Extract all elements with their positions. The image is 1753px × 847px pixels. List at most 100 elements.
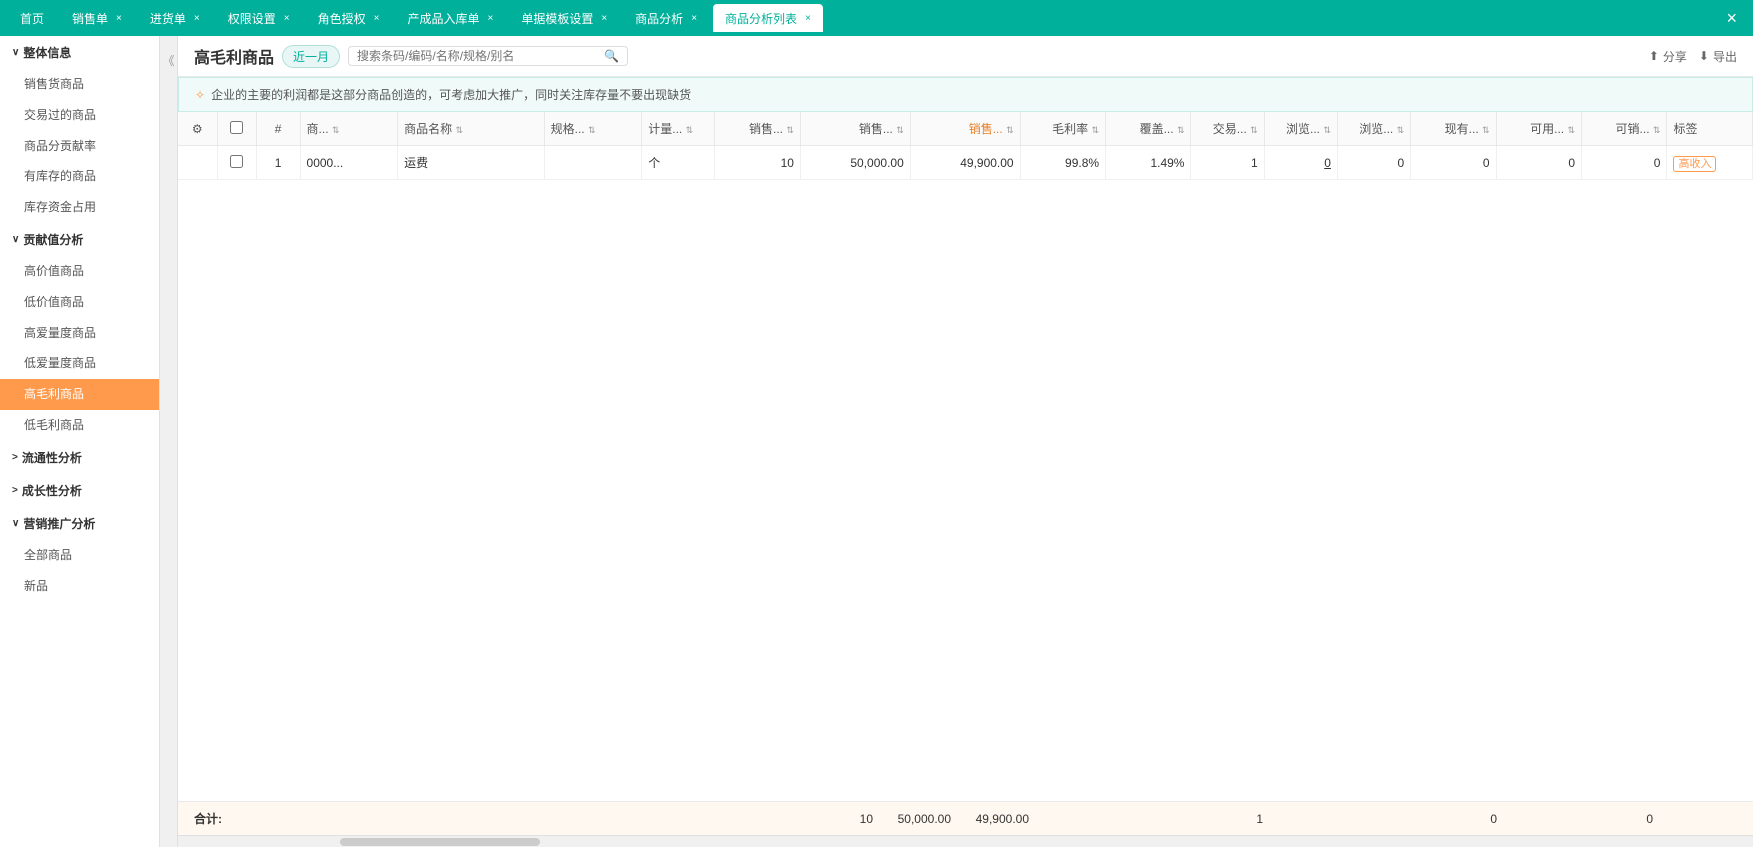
th-settings[interactable]: ⚙ — [178, 112, 217, 146]
content-header: 高毛利商品 近一月 🔍 ⬆ 分享 ⬇ 导出 — [178, 36, 1753, 77]
tab-permissions-close[interactable]: × — [284, 13, 290, 24]
sidebar-item-traded-goods[interactable]: 交易过的商品 — [0, 100, 159, 131]
share-button[interactable]: ⬆ 分享 — [1649, 48, 1687, 65]
sidebar-item-new-goods[interactable]: 新品 — [0, 571, 159, 602]
share-icon: ⬆ — [1649, 49, 1659, 63]
sidebar-item-low-value[interactable]: 低价值商品 — [0, 287, 159, 318]
row-sales-amt: 50,000.00 — [800, 146, 910, 180]
tab-purchase-close[interactable]: × — [194, 13, 200, 24]
sidebar-item-stock-capital[interactable]: 库存资金占用 — [0, 192, 159, 223]
tab-product-analysis-list-close[interactable]: × — [805, 13, 811, 24]
table-row: 1 0000... 运费 个 10 50,000.00 49,900.00 99… — [178, 146, 1753, 180]
main-layout: ∨ 整体信息 销售货商品 交易过的商品 商品分贡献率 有库存的商品 库存资金占用… — [0, 36, 1753, 847]
th-sales-qty[interactable]: 销售... ⇅ — [715, 112, 800, 146]
th-unit[interactable]: 计量... ⇅ — [642, 112, 715, 146]
chevron-right-icon-2: > — [12, 485, 18, 496]
th-num[interactable]: # — [256, 112, 300, 146]
tab-purchase[interactable]: 进货单 × — [138, 4, 212, 32]
row-browse1[interactable]: 0 — [1264, 146, 1337, 180]
tab-product-entry[interactable]: 产成品入库单 × — [395, 4, 505, 32]
row-code: 0000... — [300, 146, 398, 180]
row-stock1: 0 — [1411, 146, 1496, 180]
table-head: ⚙ # 商... ⇅ 商品名称 ⇅ 规格... ⇅ 计量... ⇅ 销售... … — [178, 112, 1753, 146]
tab-template-settings-close[interactable]: × — [601, 13, 607, 24]
th-stock1[interactable]: 现有... ⇅ — [1411, 112, 1496, 146]
sidebar-section-contribution[interactable]: ∨ 贡献值分析 — [0, 223, 159, 256]
sidebar-item-high-love[interactable]: 高爱量度商品 — [0, 318, 159, 349]
row-cover: 1.49% — [1106, 146, 1191, 180]
sidebar-item-contribution-rate[interactable]: 商品分贡献率 — [0, 131, 159, 162]
table-container[interactable]: ⚙ # 商... ⇅ 商品名称 ⇅ 规格... ⇅ 计量... ⇅ 销售... … — [178, 112, 1753, 801]
sidebar-section-overall[interactable]: ∨ 整体信息 — [0, 36, 159, 69]
page-title: 高毛利商品 — [194, 44, 274, 68]
row-unit: 个 — [642, 146, 715, 180]
tab-product-entry-close[interactable]: × — [487, 13, 493, 24]
tab-product-analysis-close[interactable]: × — [691, 13, 697, 24]
table-body: 1 0000... 运费 个 10 50,000.00 49,900.00 99… — [178, 146, 1753, 180]
export-button[interactable]: ⬇ 导出 — [1699, 48, 1737, 65]
close-all-tabs[interactable]: × — [1718, 8, 1745, 29]
tab-product-analysis[interactable]: 商品分析 × — [623, 4, 709, 32]
th-code[interactable]: 商... ⇅ — [300, 112, 398, 146]
sidebar-item-high-value[interactable]: 高价值商品 — [0, 256, 159, 287]
th-sales-amt[interactable]: 销售... ⇅ — [800, 112, 910, 146]
export-icon: ⬇ — [1699, 49, 1709, 63]
sidebar-item-low-margin[interactable]: 低毛利商品 — [0, 410, 159, 441]
th-stock2[interactable]: 可用... ⇅ — [1496, 112, 1581, 146]
sidebar-item-high-margin[interactable]: 高毛利商品 — [0, 379, 159, 410]
tab-product-analysis-list[interactable]: 商品分析列表 × — [713, 4, 823, 32]
top-nav: 首页 销售单 × 进货单 × 权限设置 × 角色授权 × 产成品入库单 × 单据… — [0, 0, 1753, 36]
th-sales-cost[interactable]: 销售... ⇅ — [910, 112, 1020, 146]
sidebar-section-marketing[interactable]: ∨ 营销推广分析 — [0, 507, 159, 540]
period-button[interactable]: 近一月 — [282, 45, 340, 68]
table-footer: 合计: 10 50,000.00 49,900.00 1 0 0 — [178, 801, 1753, 835]
th-spec[interactable]: 规格... ⇅ — [544, 112, 642, 146]
sidebar-item-sales-goods[interactable]: 销售货商品 — [0, 69, 159, 100]
row-sales-qty: 10 — [715, 146, 800, 180]
tab-home[interactable]: 首页 — [8, 4, 56, 32]
th-check[interactable] — [217, 112, 256, 146]
sidebar-section-liquidity[interactable]: > 流通性分析 — [0, 441, 159, 474]
row-stock2: 0 — [1496, 146, 1581, 180]
th-name[interactable]: 商品名称 ⇅ — [398, 112, 544, 146]
sidebar-item-in-stock[interactable]: 有库存的商品 — [0, 161, 159, 192]
footer-label: 合计: — [194, 810, 222, 827]
th-trade[interactable]: 交易... ⇅ — [1191, 112, 1264, 146]
tab-sales[interactable]: 销售单 × — [60, 4, 134, 32]
th-cover[interactable]: 覆盖... ⇅ — [1106, 112, 1191, 146]
bottom-scrollbar[interactable] — [178, 835, 1753, 847]
sidebar-toggle-button[interactable]: 《 — [160, 36, 178, 847]
row-salable: 0 — [1582, 146, 1667, 180]
footer-sales-cost: 49,900.00 — [965, 812, 1035, 826]
th-browse1[interactable]: 浏览... ⇅ — [1264, 112, 1337, 146]
tab-sales-close[interactable]: × — [116, 13, 122, 24]
tab-role-auth[interactable]: 角色授权 × — [306, 4, 392, 32]
row-settings — [178, 146, 217, 180]
header-actions: ⬆ 分享 ⬇ 导出 — [1649, 48, 1737, 65]
sidebar-item-low-love[interactable]: 低爱量度商品 — [0, 348, 159, 379]
select-all-checkbox[interactable] — [230, 121, 243, 134]
row-spec — [544, 146, 642, 180]
row-trade: 1 — [1191, 146, 1264, 180]
search-icon[interactable]: 🔍 — [604, 49, 619, 63]
tab-role-auth-close[interactable]: × — [374, 13, 380, 24]
row-browse2: 0 — [1337, 146, 1410, 180]
scrollbar-thumb[interactable] — [340, 838, 540, 846]
tab-template-settings[interactable]: 单据模板设置 × — [509, 4, 619, 32]
tab-permissions[interactable]: 权限设置 × — [216, 4, 302, 32]
sidebar-item-all-goods[interactable]: 全部商品 — [0, 540, 159, 571]
th-browse2[interactable]: 浏览... ⇅ — [1337, 112, 1410, 146]
th-tag[interactable]: 标签 — [1667, 112, 1753, 146]
search-input[interactable] — [357, 49, 604, 63]
row-checkbox[interactable] — [230, 155, 243, 168]
row-tag: 高收入 — [1667, 146, 1753, 180]
th-salable[interactable]: 可销... ⇅ — [1582, 112, 1667, 146]
sidebar-section-growth[interactable]: > 成长性分析 — [0, 474, 159, 507]
footer-trade: 1 — [1199, 812, 1269, 826]
footer-sales-amt: 50,000.00 — [887, 812, 957, 826]
th-gross-rate[interactable]: 毛利率 ⇅ — [1020, 112, 1105, 146]
footer-sales-qty: 10 — [809, 812, 879, 826]
row-check[interactable] — [217, 146, 256, 180]
tag-high-income: 高收入 — [1673, 156, 1716, 172]
row-num: 1 — [256, 146, 300, 180]
